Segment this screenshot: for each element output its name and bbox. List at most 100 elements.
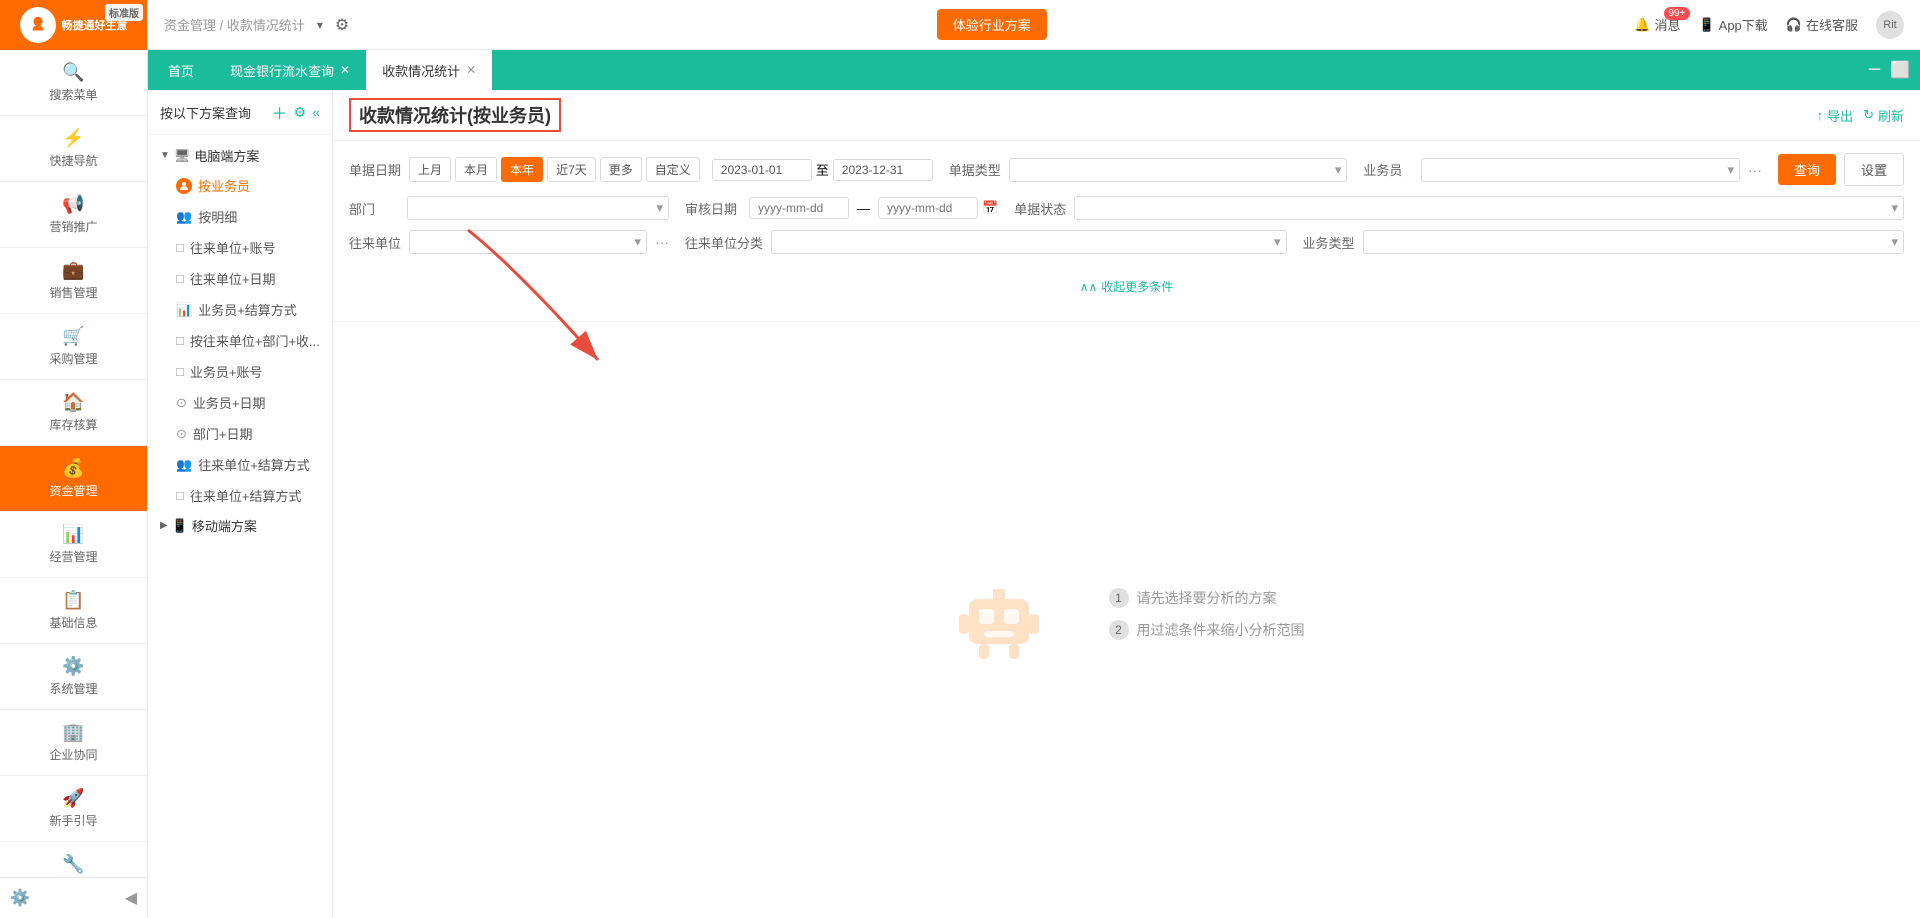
tree-item-salesperson-label: 按业务员 <box>198 176 250 195</box>
sidebar-item-basic[interactable]: 📋 基础信息 <box>0 578 147 644</box>
tree-item-partner-date[interactable]: □ 往来单位+日期 <box>148 263 332 294</box>
tab-maximize-icon[interactable]: ⬜ <box>1890 60 1910 80</box>
sidebar-item-marketing[interactable]: 📢 营销推广 <box>0 182 147 248</box>
main-area: 资金管理 / 收款情况统计 ▾ ⚙ 体验行业方案 🔔 消息 99+ 📱 App下… <box>148 0 1920 918</box>
empty-steps: 1 请先选择要分析的方案 2 用过滤条件来缩小分析范围 <box>1109 588 1305 652</box>
partner-category-field: 往来单位分类 <box>685 230 1287 254</box>
tree-group-mobile-header[interactable]: ▶ 📱 移动端方案 <box>148 511 332 540</box>
tree-item-by-salesperson[interactable]: 按业务员 <box>148 170 332 201</box>
sidebar-collapse-btn[interactable]: ◀ <box>125 888 137 908</box>
collapse-conditions-btn[interactable]: ∧∧ 收起更多条件 <box>1074 272 1180 301</box>
biz-type-select[interactable] <box>1363 230 1904 254</box>
dept-select[interactable] <box>407 196 669 220</box>
sidebar-item-guide[interactable]: 🚀 新手引导 <box>0 776 147 842</box>
doc-type-select[interactable] <box>1009 158 1348 182</box>
sidebar-item-sales[interactable]: 💼 销售管理 <box>0 248 147 314</box>
right-panel: 收款情况统计(按业务员) ↑ 导出 ↻ 刷新 单据日期 <box>333 90 1920 918</box>
sidebar-item-hardware[interactable]: 🔧 智能硬件 <box>0 842 147 877</box>
sidebar-settings-btn[interactable]: ⚙️ <box>10 888 30 908</box>
tab-receipt[interactable]: 收款情况统计 ✕ <box>366 50 492 90</box>
tree-item-partner-settle1[interactable]: 👥 往来单位+结算方式 <box>148 449 332 480</box>
tab-bank-close-icon[interactable]: ✕ <box>340 63 350 77</box>
tree-item-partner-dept-collect[interactable]: □ 按往来单位+部门+收... <box>148 325 332 356</box>
marketing-icon: 📢 <box>62 194 84 215</box>
doc-type-select-wrapper <box>1009 158 1348 182</box>
partner-category-select-wrapper <box>771 230 1286 254</box>
sidebar-label-finance: 资金管理 <box>49 482 97 499</box>
partner-category-select[interactable] <box>771 230 1286 254</box>
sidebar-item-system[interactable]: ⚙️ 系统管理 <box>0 644 147 710</box>
tab-receipt-close-icon[interactable]: ✕ <box>466 63 476 77</box>
date-btn-more[interactable]: 更多 <box>600 157 642 182</box>
sidebar-item-finance[interactable]: 💰 资金管理 <box>0 446 147 512</box>
online-service-btn[interactable]: 🎧 在线客服 <box>1786 15 1858 34</box>
tree-group-desktop: ▼ 🖥 电脑端方案 按业务员 👥 按明细 <box>148 141 332 511</box>
refresh-btn[interactable]: ↻ 刷新 <box>1863 106 1904 125</box>
trial-btn[interactable]: 体验行业方案 <box>937 9 1047 40</box>
user-avatar[interactable]: Rit <box>1876 11 1904 39</box>
tree-item-by-detail[interactable]: 👥 按明细 <box>148 201 332 232</box>
tree-item-dept-date-label: 部门+日期 <box>193 424 253 443</box>
date-separator: 至 <box>816 160 829 179</box>
tabbar-actions: ─ ⬜ <box>1869 60 1920 80</box>
sidebar-label-purchase: 采购管理 <box>49 350 97 367</box>
step-1-label: 请先选择要分析的方案 <box>1137 588 1277 608</box>
tab-minimize-icon[interactable]: ─ <box>1869 61 1880 79</box>
topbar-dropdown-icon[interactable]: ▾ <box>317 18 323 32</box>
date-btn-last-month[interactable]: 上月 <box>409 157 451 182</box>
search-actions: 查询 设置 <box>1778 153 1904 186</box>
tree-item-dept-date[interactable]: ⊙ 部门+日期 <box>148 418 332 449</box>
audit-date-field: 审核日期 — 📅 <box>685 197 998 219</box>
empty-step-2: 2 用过滤条件来缩小分析范围 <box>1109 620 1305 640</box>
collapse-row: ∧∧ 收起更多条件 <box>349 264 1904 309</box>
date-btn-7days[interactable]: 近7天 <box>547 157 596 182</box>
sidebar-item-inventory[interactable]: 🏠 库存核算 <box>0 380 147 446</box>
tree-item-partner-settle2[interactable]: □ 往来单位+结算方式 <box>148 480 332 511</box>
tree-item-salesperson-account[interactable]: □ 业务员+账号 <box>148 356 332 387</box>
tab-bank[interactable]: 现金银行流水查询 ✕ <box>214 50 366 90</box>
tree-item-salesperson-settle[interactable]: 📊 业务员+结算方式 <box>148 294 332 325</box>
app-download-label: App下载 <box>1719 15 1768 34</box>
tree-item-partner-dept-label: 按往来单位+部门+收... <box>190 331 320 350</box>
app-download-btn[interactable]: 📱 App下载 <box>1698 15 1767 34</box>
sidebar-item-enterprise[interactable]: 🏢 企业协同 <box>0 710 147 776</box>
left-panel-title: 按以下方案查询 <box>160 103 251 122</box>
sales-icon: 💼 <box>62 260 84 281</box>
salesperson-select[interactable] <box>1421 158 1740 182</box>
tab-home[interactable]: 首页 <box>148 50 214 90</box>
partner-date-icon: □ <box>176 271 184 286</box>
date-btn-custom[interactable]: 自定义 <box>646 157 700 182</box>
sidebar-footer: ⚙️ ◀ <box>0 877 147 918</box>
audit-to-input[interactable] <box>878 197 978 219</box>
partner-select[interactable] <box>409 230 647 254</box>
date-to-input[interactable] <box>833 159 933 181</box>
audit-from-input[interactable] <box>749 197 849 219</box>
sidebar-item-search[interactable]: 🔍 搜索菜单 <box>0 50 147 116</box>
tree-item-salesperson-date[interactable]: ⊙ 业务员+日期 <box>148 387 332 418</box>
date-from-input[interactable] <box>712 159 812 181</box>
sidebar-item-quicknav[interactable]: ⚡ 快捷导航 <box>0 116 147 182</box>
topbar-gear-icon[interactable]: ⚙ <box>335 15 349 35</box>
tree-group-desktop-header[interactable]: ▼ 🖥 电脑端方案 <box>148 141 332 170</box>
sidebar-item-operation[interactable]: 📊 经营管理 <box>0 512 147 578</box>
collapse-panel-btn[interactable]: « <box>312 104 320 120</box>
manage-scheme-btn[interactable]: ⚙ <box>294 104 307 121</box>
date-btn-this-month[interactable]: 本月 <box>455 157 497 182</box>
partner-account-icon: □ <box>176 240 184 255</box>
settings-btn[interactable]: 设置 <box>1844 153 1904 186</box>
tree-item-partner-account[interactable]: □ 往来单位+账号 <box>148 232 332 263</box>
salesperson-more-dots[interactable]: ··· <box>1748 162 1762 178</box>
date-btn-this-year[interactable]: 本年 <box>501 157 543 182</box>
export-btn[interactable]: ↑ 导出 <box>1817 106 1854 125</box>
sidebar-item-purchase[interactable]: 🛒 采购管理 <box>0 314 147 380</box>
partner-more-dots[interactable]: ··· <box>655 234 669 250</box>
calendar-icon[interactable]: 📅 <box>982 200 998 216</box>
tab-receipt-label: 收款情况统计 <box>382 61 460 80</box>
doc-status-select[interactable] <box>1074 196 1904 220</box>
message-btn[interactable]: 🔔 消息 99+ <box>1634 15 1680 34</box>
dept-date-icon: ⊙ <box>176 426 187 442</box>
step-num-2: 2 <box>1109 620 1129 640</box>
add-scheme-btn[interactable]: ＋ <box>272 100 288 124</box>
message-icon: 🔔 <box>1634 17 1650 33</box>
query-btn[interactable]: 查询 <box>1778 154 1836 185</box>
